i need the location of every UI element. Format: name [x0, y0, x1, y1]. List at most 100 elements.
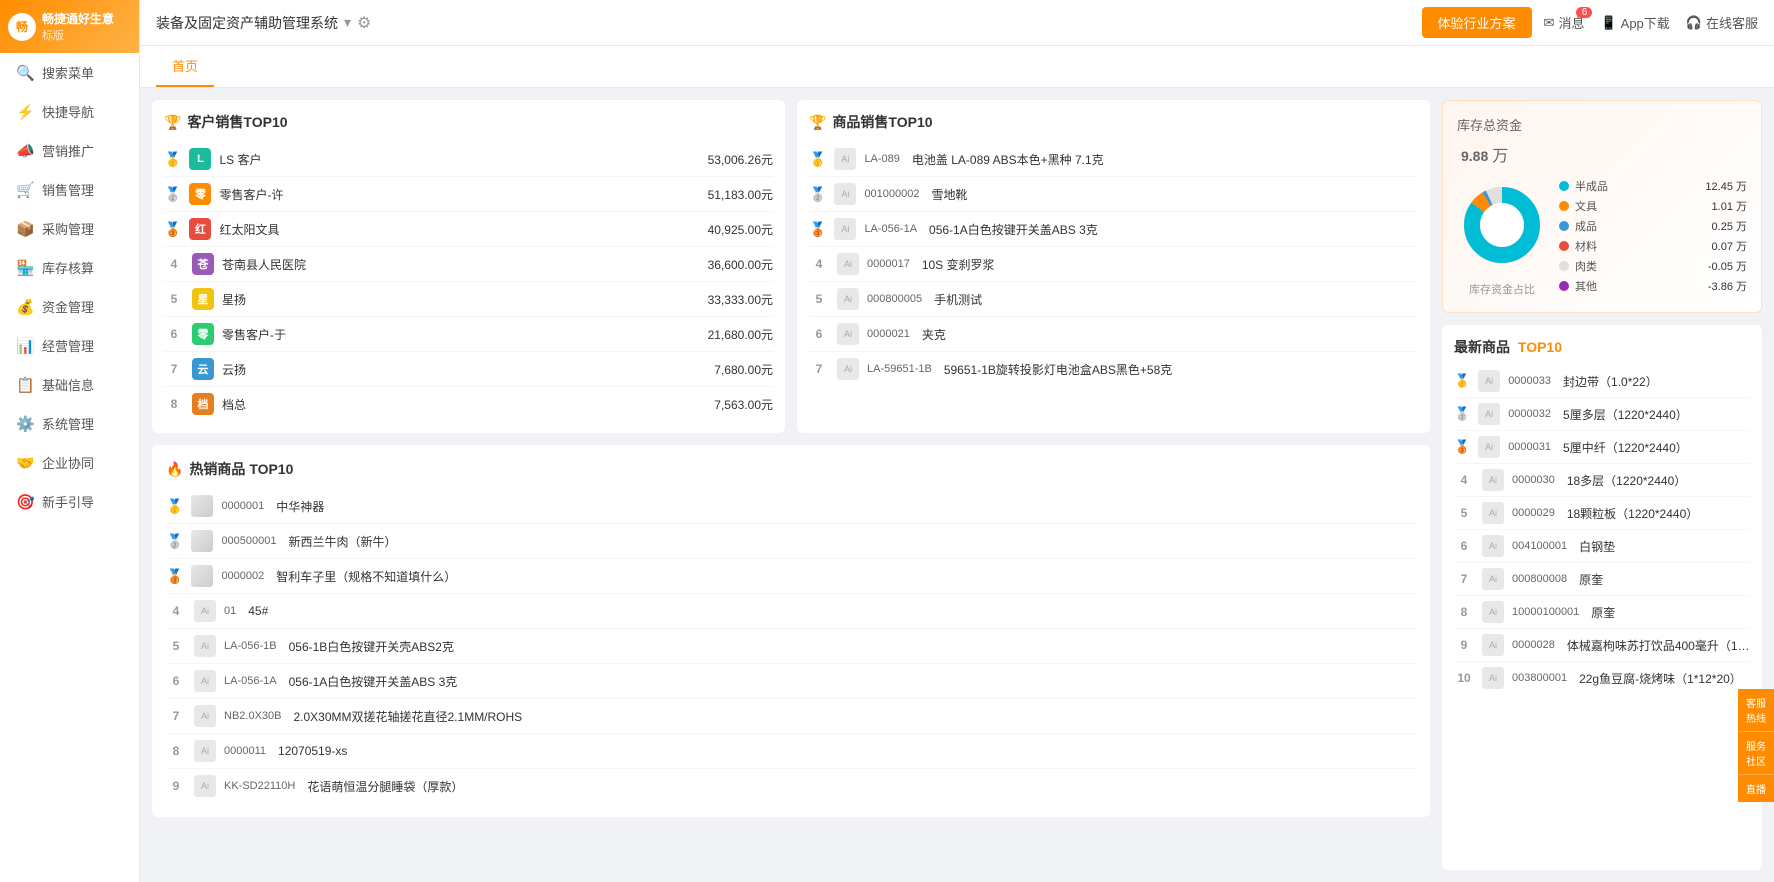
product-code: 0000033 [1508, 375, 1551, 387]
customer-value: 7,563.00元 [714, 396, 773, 413]
service-community-float[interactable]: 服务社区 [1738, 732, 1774, 775]
product-ranking-row: 🥈 Ai 001000002 雪地靴 [809, 177, 1418, 212]
rank-num: 7 [164, 362, 184, 376]
sidebar-item-search[interactable]: 🔍 搜索菜单 [0, 53, 139, 92]
legend-value: 0.07 万 [1712, 238, 1747, 254]
new-product-row: 7 Ai 000800008 原奎 [1454, 563, 1750, 596]
middle-area: 🏆 客户销售TOP10 🥇 L LS 客户 53,006.26元 🥈 零 零售客… [152, 100, 1430, 870]
sidebar-item-quick-nav[interactable]: ⚡ 快捷导航 [0, 92, 139, 131]
product-name: 5厘多层（1220*2440） [1563, 406, 1750, 423]
customer-value: 21,680.00元 [708, 326, 773, 343]
hot-product-row: 🥇 0000001 中华神器 [166, 489, 1416, 524]
live-stream-float[interactable]: 直播 [1738, 775, 1774, 802]
product-img: Ai [1482, 568, 1504, 590]
sidebar-item-system[interactable]: ⚙️ 系统管理 [0, 404, 139, 443]
settings-icon[interactable]: ⚙ [357, 13, 371, 33]
product-img: Ai [837, 323, 859, 345]
product-code: 000500001 [221, 535, 276, 547]
legend-label: 肉类 [1575, 258, 1702, 274]
product-img: Ai [1482, 601, 1504, 623]
customer-ranking-list: 🥇 L LS 客户 53,006.26元 🥈 零 零售客户-许 51,183.0… [164, 142, 773, 421]
new-product-row: 5 Ai 0000029 18颗粒板（1220*2440） [1454, 497, 1750, 530]
sidebar: 畅 畅捷通好生意 标版 🔍 搜索菜单 ⚡ 快捷导航 📣 营销推广 🛒 销售管理 … [0, 0, 140, 882]
sidebar-item-purchase[interactable]: 📦 采购管理 [0, 209, 139, 248]
rank-medal: 🥈 [809, 186, 826, 203]
hot-product-row: 8 Ai 0000011 12070519-xs [166, 734, 1416, 769]
customer-value: 36,600.00元 [708, 256, 773, 273]
product-name: 18多层（1220*2440） [1567, 472, 1750, 489]
header: 装备及固定资产辅助管理系统 ▾ ⚙ 体验行业方案 ✉ 消息 6 📱 App下载 … [140, 0, 1774, 46]
legend-item: 文具 1.01 万 [1559, 198, 1747, 214]
product-ranking-row: 🥉 Ai LA-056-1A 056-1A白色按键开关盖ABS 3克 [809, 212, 1418, 247]
product-name: 花语萌恒温分腿睡袋（厚款） [307, 778, 1416, 795]
customer-avatar: 苍 [192, 253, 214, 275]
product-img: Ai [1482, 634, 1504, 656]
legend-dot [1559, 181, 1569, 191]
rank-num: 8 [1454, 605, 1474, 619]
system-title-text: 装备及固定资产辅助管理系统 [156, 13, 338, 33]
customer-ranking-row: 5 星 星扬 33,333.00元 [164, 282, 773, 317]
new-product-row: 🥈 Ai 0000032 5厘多层（1220*2440） [1454, 398, 1750, 431]
right-panel: 库存总资金 9.88万 [1442, 100, 1762, 870]
product-code: KK-SD22110H [224, 780, 295, 792]
inventory-icon: 🏪 [16, 259, 34, 277]
product-img: Ai [834, 183, 856, 205]
product-code: 10000100001 [1512, 606, 1579, 618]
top-ranking-row: 🏆 客户销售TOP10 🥇 L LS 客户 53,006.26元 🥈 零 零售客… [152, 100, 1430, 433]
page-tabs: 首页 [140, 46, 1774, 88]
sidebar-item-corporate[interactable]: 🤝 企业协同 [0, 443, 139, 482]
trophy-icon: 🏆 [164, 114, 181, 131]
product-name: 5厘中纤（1220*2440） [1563, 439, 1750, 456]
customer-ranking-row: 🥈 零 零售客户-许 51,183.00元 [164, 177, 773, 212]
marketing-icon: 📣 [16, 142, 34, 160]
hot-product-row: 5 Ai LA-056-1B 056-1B白色按键开关壳ABS2克 [166, 629, 1416, 664]
sidebar-item-operation[interactable]: 📊 经营管理 [0, 326, 139, 365]
product-name: 原奎 [1579, 571, 1750, 588]
customer-ranking-row: 7 云 云扬 7,680.00元 [164, 352, 773, 387]
message-button[interactable]: ✉ 消息 6 [1544, 13, 1585, 32]
rank-medal: 🥇 [1454, 373, 1470, 389]
sidebar-logo[interactable]: 畅 畅捷通好生意 标版 [0, 0, 139, 53]
product-code: NB2.0X30B [224, 710, 281, 722]
trial-button[interactable]: 体验行业方案 [1422, 7, 1532, 38]
product-code: 0000030 [1512, 474, 1555, 486]
header-title: 装备及固定资产辅助管理系统 ▾ ⚙ [156, 13, 1410, 33]
tab-home[interactable]: 首页 [156, 46, 214, 87]
product-code: 0000001 [221, 500, 264, 512]
product-ranking-card: 🏆 商品销售TOP10 🥇 Ai LA-089 电池盖 LA-089 ABS本色… [797, 100, 1430, 433]
quick-nav-icon: ⚡ [16, 103, 34, 121]
product-name: 12070519-xs [278, 744, 1416, 758]
dropdown-icon[interactable]: ▾ [344, 14, 351, 31]
rank-num: 6 [809, 327, 829, 341]
sidebar-item-basic[interactable]: 📋 基础信息 [0, 365, 139, 404]
customer-ranking-title: 🏆 客户销售TOP10 [164, 112, 773, 132]
rank-num: 6 [1454, 539, 1474, 553]
customer-name: 零售客户-于 [222, 326, 700, 343]
product-code: 0000021 [867, 328, 910, 340]
rank-medal: 🥈 [166, 533, 183, 550]
sales-icon: 🛒 [16, 181, 34, 199]
customer-service-float[interactable]: 客服热线 [1738, 689, 1774, 732]
rank-num: 10 [1454, 671, 1474, 685]
app-download-button[interactable]: 📱 App下载 [1600, 13, 1669, 32]
new-product-row: 10 Ai 003800001 22g鱼豆腐-烧烤味（1*12*20） [1454, 662, 1750, 694]
product-ranking-title: 🏆 商品销售TOP10 [809, 112, 1418, 132]
sidebar-item-sales[interactable]: 🛒 销售管理 [0, 170, 139, 209]
customer-ranking-row: 🥇 L LS 客户 53,006.26元 [164, 142, 773, 177]
logo-icon: 畅 [8, 13, 36, 41]
sidebar-item-inventory[interactable]: 🏪 库存核算 [0, 248, 139, 287]
legend-dot [1559, 281, 1569, 291]
sidebar-item-finance[interactable]: 💰 资金管理 [0, 287, 139, 326]
customer-service-button[interactable]: 🎧 在线客服 [1686, 13, 1758, 32]
rank-num: 5 [809, 292, 829, 306]
product-img: Ai [834, 218, 856, 240]
product-img: Ai [194, 705, 216, 727]
customer-avatar: 档 [192, 393, 214, 415]
sidebar-item-guide[interactable]: 🎯 新手引导 [0, 482, 139, 521]
page-content: 🏆 客户销售TOP10 🥇 L LS 客户 53,006.26元 🥈 零 零售客… [140, 88, 1774, 882]
product-code: 0000011 [224, 745, 266, 757]
sidebar-item-marketing[interactable]: 📣 营销推广 [0, 131, 139, 170]
rank-medal: 🥉 [809, 221, 826, 238]
inventory-title: 库存总资金 [1457, 115, 1747, 134]
legend-dot [1559, 201, 1569, 211]
